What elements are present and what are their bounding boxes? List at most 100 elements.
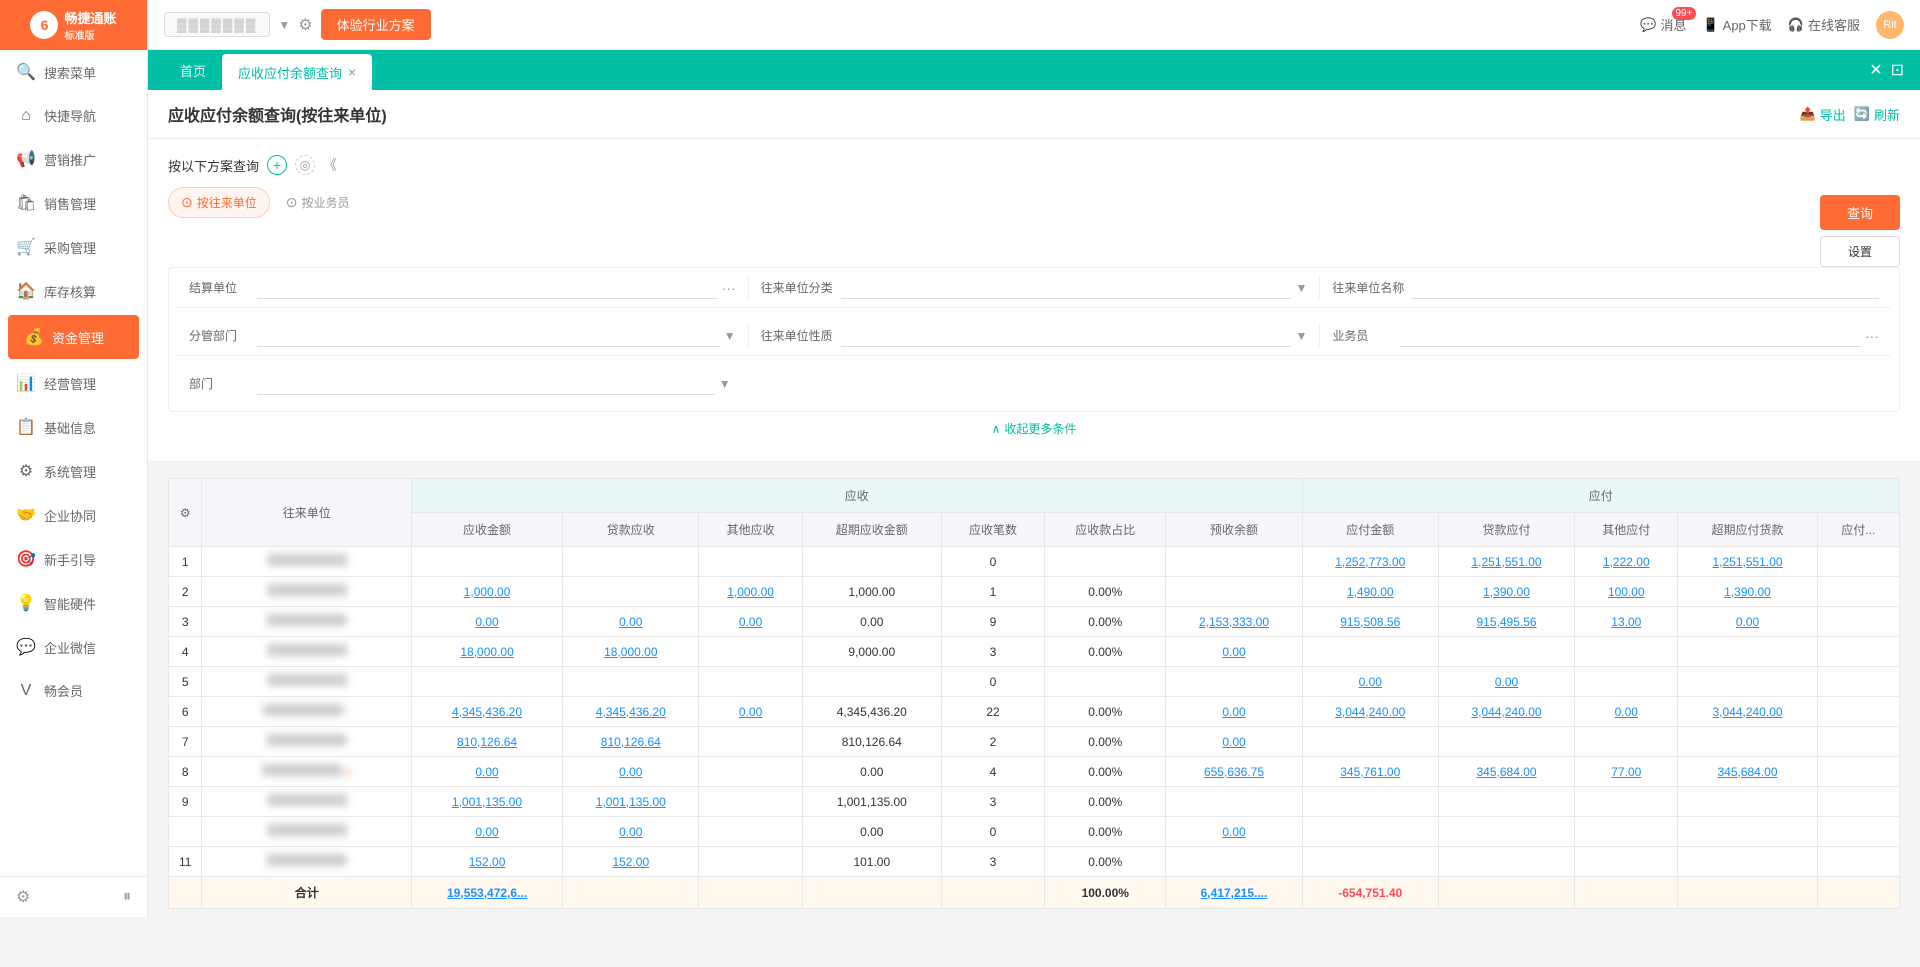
- table-wrapper[interactable]: ⚙ 往来单位 应收 应付 应收金额 贷款应收 其他应收 超期应收金额 应收笔数: [168, 478, 1900, 909]
- sidebar-item-marketing[interactable]: 📢 营销推广: [0, 137, 147, 181]
- sidebar-settings-icon[interactable]: ⚙: [16, 887, 30, 907]
- unit-category-input[interactable]: [841, 276, 1292, 299]
- department-input[interactable]: [257, 372, 715, 395]
- table-cell[interactable]: 152.00: [563, 847, 699, 877]
- sidebar-item-guide[interactable]: 🎯 新手引导: [0, 537, 147, 581]
- filter-tab-unit[interactable]: ⊙ 按往来单位: [168, 187, 270, 218]
- table-cell[interactable]: 4,345,436.20: [563, 697, 699, 727]
- sidebar-item-system[interactable]: ⚙ 系统管理: [0, 449, 147, 493]
- footer-r-amount[interactable]: 19,553,472,6...: [411, 877, 562, 909]
- table-cell[interactable]: 1,000.00: [411, 577, 562, 607]
- filter-settings-btn[interactable]: ◎: [295, 155, 315, 175]
- export-btn[interactable]: 📤 导出: [1800, 105, 1846, 124]
- salesperson-dots-icon[interactable]: ···: [1865, 328, 1879, 344]
- table-cell[interactable]: 1,251,551.00: [1678, 547, 1817, 577]
- table-cell[interactable]: 0.00: [563, 757, 699, 787]
- table-cell[interactable]: 810,126.64: [563, 727, 699, 757]
- sidebar-item-sales[interactable]: 🛍 销售管理: [0, 181, 147, 225]
- tab-close-icon[interactable]: ×: [348, 64, 356, 80]
- table-cell[interactable]: 3,044,240.00: [1438, 697, 1574, 727]
- table-cell[interactable]: 100.00: [1575, 577, 1678, 607]
- sidebar-item-fund[interactable]: 💰 资金管理: [8, 315, 139, 359]
- table-cell[interactable]: 0.00: [1575, 697, 1678, 727]
- table-cell[interactable]: 0.00: [1166, 637, 1302, 667]
- table-cell[interactable]: 1,000.00: [699, 577, 802, 607]
- breadcrumb-dropdown-icon[interactable]: ▼: [278, 18, 290, 32]
- th-settings[interactable]: ⚙: [169, 479, 202, 547]
- avatar[interactable]: Rit: [1876, 11, 1904, 39]
- sidebar-item-operations[interactable]: 📊 经营管理: [0, 361, 147, 405]
- sidebar-item-inventory[interactable]: 🏠 库存核算: [0, 269, 147, 313]
- footer-r-prepay[interactable]: 6,417,215....: [1166, 877, 1302, 909]
- table-cell[interactable]: 1,251,551.00: [1438, 547, 1574, 577]
- tab-home[interactable]: 首页: [164, 50, 222, 90]
- table-cell[interactable]: 0.00: [699, 607, 802, 637]
- table-cell[interactable]: 18,000.00: [411, 637, 562, 667]
- dept-dropdown-icon[interactable]: ▼: [724, 329, 736, 343]
- table-cell[interactable]: 0.00: [699, 697, 802, 727]
- sidebar-item-purchase[interactable]: 🛒 采购管理: [0, 225, 147, 269]
- tab-ar-balance[interactable]: 应收应付余额查询 ×: [222, 54, 372, 90]
- table-cell[interactable]: 1,001,135.00: [563, 787, 699, 817]
- sidebar-item-base[interactable]: 📋 基础信息: [0, 405, 147, 449]
- header-settings-icon[interactable]: ⚙: [298, 15, 312, 35]
- sidebar-item-quicknav[interactable]: ⌂ 快捷导航: [0, 94, 147, 137]
- dept-input[interactable]: [257, 324, 720, 347]
- table-settings-icon[interactable]: ⚙: [180, 506, 191, 520]
- unit-nature-dropdown-icon[interactable]: ▼: [1295, 329, 1307, 343]
- sidebar-collapse-icon[interactable]: ⏸: [123, 888, 131, 906]
- sidebar-item-search[interactable]: 🔍 搜索菜单: [0, 50, 147, 94]
- table-cell[interactable]: 152.00: [411, 847, 562, 877]
- tab-maximize-icon[interactable]: ⊡: [1891, 60, 1904, 80]
- unit-name-input[interactable]: [1412, 276, 1879, 299]
- table-cell[interactable]: 0.00: [1302, 667, 1438, 697]
- table-cell[interactable]: 1,390.00: [1678, 577, 1817, 607]
- refresh-btn[interactable]: 🔄 刷新: [1854, 105, 1900, 124]
- table-cell[interactable]: 1,222.00: [1575, 547, 1678, 577]
- table-cell[interactable]: 915,508.56: [1302, 607, 1438, 637]
- table-cell[interactable]: 18,000.00: [563, 637, 699, 667]
- salesperson-input[interactable]: [1400, 324, 1861, 347]
- sidebar-item-cooperation[interactable]: 🤝 企业协同: [0, 493, 147, 537]
- table-cell[interactable]: 2,153,333.00: [1166, 607, 1302, 637]
- filter-tab-staff[interactable]: ⊙ 按业务员: [274, 187, 362, 218]
- table-cell[interactable]: 3,044,240.00: [1678, 697, 1817, 727]
- department-dropdown-icon[interactable]: ▼: [719, 377, 731, 391]
- table-cell[interactable]: 0.00: [411, 817, 562, 847]
- table-cell[interactable]: 3,044,240.00: [1302, 697, 1438, 727]
- table-cell[interactable]: 345,761.00: [1302, 757, 1438, 787]
- table-cell[interactable]: 1,390.00: [1438, 577, 1574, 607]
- unit-category-dropdown-icon[interactable]: ▼: [1295, 281, 1307, 295]
- settlement-input[interactable]: [257, 276, 718, 299]
- sidebar-item-wechat[interactable]: 💬 企业微信: [0, 625, 147, 669]
- table-cell[interactable]: 0.00: [1166, 817, 1302, 847]
- table-cell[interactable]: 0.00: [1166, 697, 1302, 727]
- table-cell[interactable]: 810,126.64: [411, 727, 562, 757]
- table-cell[interactable]: 13.00: [1575, 607, 1678, 637]
- sidebar-item-member[interactable]: V 畅会员: [0, 669, 147, 712]
- table-cell[interactable]: 4,345,436.20: [411, 697, 562, 727]
- table-cell[interactable]: 0.00: [1678, 607, 1817, 637]
- table-cell[interactable]: 1,001,135.00: [411, 787, 562, 817]
- table-cell[interactable]: 655,636.75: [1166, 757, 1302, 787]
- filter-collapse-btn[interactable]: 《: [323, 155, 337, 175]
- table-cell[interactable]: 0.00: [563, 817, 699, 847]
- settings-btn[interactable]: 设置: [1820, 236, 1900, 267]
- table-cell[interactable]: 0.00: [1438, 667, 1574, 697]
- table-cell[interactable]: 345,684.00: [1678, 757, 1817, 787]
- solution-btn[interactable]: 体验行业方案: [321, 9, 431, 40]
- tab-close-window-icon[interactable]: ✕: [1869, 60, 1882, 80]
- sidebar-item-hardware[interactable]: 💡 智能硬件: [0, 581, 147, 625]
- collapse-more-btn[interactable]: ∧ 收起更多条件: [168, 412, 1900, 445]
- message-btn[interactable]: 💬 消息 99+: [1640, 15, 1686, 34]
- table-cell[interactable]: 345,684.00: [1438, 757, 1574, 787]
- table-cell[interactable]: 0.00: [411, 607, 562, 637]
- table-cell[interactable]: 0.00: [411, 757, 562, 787]
- table-cell[interactable]: 0.00: [563, 607, 699, 637]
- table-cell[interactable]: 915,495.56: [1438, 607, 1574, 637]
- unit-nature-input[interactable]: [841, 324, 1292, 347]
- table-cell[interactable]: 77.00: [1575, 757, 1678, 787]
- app-download-btn[interactable]: 📱 App下载: [1702, 15, 1771, 34]
- online-service-btn[interactable]: 🎧 在线客服: [1788, 15, 1860, 34]
- table-cell[interactable]: 1,252,773.00: [1302, 547, 1438, 577]
